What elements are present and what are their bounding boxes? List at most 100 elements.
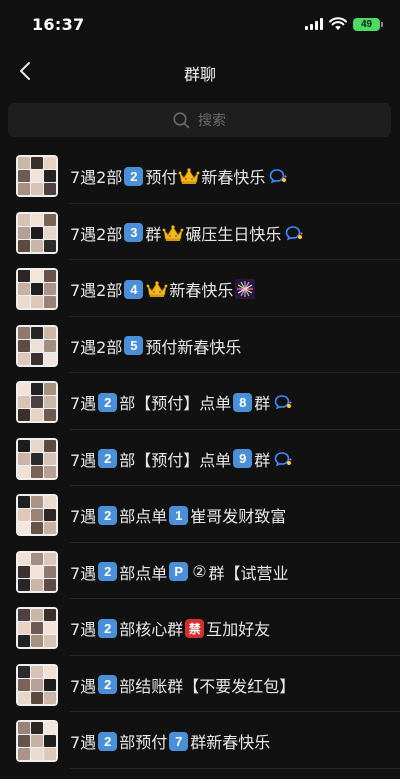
chat-name: 7遇 2 部预付 7 群新春快乐	[70, 729, 270, 753]
chat-name-text: 群【试营业	[208, 563, 289, 583]
keycap-badge: 3	[124, 223, 144, 242]
keycap-badge: 9	[233, 449, 253, 468]
chat-name: 7遇 2 部点单 P ② 群【试营业	[70, 560, 289, 584]
keycap-badge: 1	[169, 505, 189, 525]
chat-list-item[interactable]: 7遇 2 部点单 1 崔哥发财致富	[0, 486, 400, 543]
group-avatar	[16, 324, 58, 367]
crown-icon	[162, 224, 184, 241]
chat-name: 7遇 2 部【预付】点单 9群	[70, 447, 292, 471]
chat-bubble-icon	[286, 225, 303, 240]
chat-name-text: 互加好友	[206, 620, 271, 639]
group-avatar	[16, 268, 58, 310]
chat-list-item[interactable]: 7遇2部 5 预付新春快乐	[0, 317, 400, 373]
group-avatar	[16, 550, 58, 593]
chat-name: 7遇 2 部结账群【不要发红包】	[70, 673, 295, 697]
status-icons: 49	[305, 17, 383, 31]
chat-name-text: 部点单	[119, 563, 168, 583]
chat-list-item[interactable]: 7遇 2 部【预付】点单 8群	[0, 373, 400, 430]
keycap-badge: 2	[98, 505, 118, 525]
keycap-badge: 7	[169, 731, 189, 751]
chat-name: 7遇 2 部点单 1 崔哥发财致富	[70, 503, 286, 527]
chat-bubble-icon	[274, 451, 292, 466]
search-icon	[173, 111, 190, 128]
search-bar[interactable]: 搜索	[8, 103, 391, 137]
chat-name-text: 部核心群	[119, 620, 184, 639]
keycap-badge: 8	[233, 392, 253, 412]
chat-list-item[interactable]: 7遇 2 部核心群禁互加好友	[0, 599, 400, 656]
chat-list-item[interactable]: 7遇 2 部预付 7 群新春快乐	[0, 712, 400, 769]
chat-name: 7遇2部 5 预付新春快乐	[70, 334, 241, 358]
chat-name-text: 群	[254, 394, 271, 413]
signal-icon	[305, 18, 323, 30]
keycap-badge: 2	[98, 562, 118, 581]
keycap-badge: 2	[98, 675, 118, 694]
chat-name-text: 7遇	[70, 676, 97, 696]
chat-name: 7遇2部 3 群 碾压生日快乐	[70, 221, 303, 245]
chat-name-text: 7遇2部	[70, 337, 123, 357]
chat-bubble-icon	[274, 395, 292, 410]
status-bar: 16:37 49	[0, 0, 400, 48]
search-placeholder: 搜索	[198, 113, 226, 129]
chat-name-text: ②	[192, 562, 207, 581]
group-avatar	[16, 155, 58, 197]
chat-name-text: 7遇	[70, 733, 97, 752]
group-avatar	[16, 494, 58, 536]
keycap-badge: 4	[124, 279, 144, 299]
chat-name-text: 崔哥发财致富	[190, 507, 287, 526]
chat-name-text: 群	[145, 224, 162, 244]
chat-name-text: 7遇2部	[70, 281, 123, 300]
battery-level: 49	[360, 18, 373, 30]
keycap-badge: 2	[124, 166, 144, 186]
chat-list-item[interactable]: 7遇 2 部结账群【不要发红包】	[0, 656, 400, 712]
chat-name-text: 部【预付】点单	[119, 394, 232, 413]
group-avatar	[16, 437, 58, 480]
group-avatar	[16, 607, 58, 649]
chat-name-text: 7遇	[70, 563, 97, 583]
chat-list-item[interactable]: 7遇2部 3 群 碾压生日快乐	[0, 204, 400, 260]
keycap-badge: P	[169, 562, 189, 581]
keycap-badge: 2	[98, 618, 118, 638]
chat-list-item[interactable]: 7遇2部 2 预付 新春快乐	[0, 147, 400, 204]
chat-name-text: 群新春快乐	[190, 733, 271, 752]
chat-name-text: 部结账群【不要发红包】	[119, 676, 296, 696]
group-avatar	[16, 211, 58, 254]
divider	[70, 767, 400, 769]
chat-name-text: 新春快乐	[201, 168, 266, 187]
prohibited-badge: 禁	[185, 618, 205, 638]
chat-name-text: 群	[254, 450, 271, 470]
crown-icon	[178, 168, 200, 184]
chat-name-text: 7遇	[70, 394, 97, 413]
fireworks-icon	[235, 279, 256, 299]
chat-name-text: 新春快乐	[169, 281, 234, 300]
chat-name: 7遇 2 部【预付】点单 8群	[70, 390, 292, 414]
chat-name-text: 7遇2部	[70, 168, 123, 187]
keycap-badge: 2	[98, 731, 118, 751]
chat-name-text: 预付	[145, 168, 178, 187]
chat-name-text: 7遇	[70, 450, 97, 470]
group-avatar	[16, 720, 58, 762]
status-time: 16:37	[32, 15, 85, 34]
keycap-badge: 5	[124, 336, 144, 355]
chat-name-text: 部预付	[119, 733, 168, 752]
chat-bubble-icon	[270, 169, 287, 184]
chat-name: 7遇2部 2 预付 新春快乐	[70, 164, 287, 188]
chat-name-text: 部点单	[119, 507, 168, 526]
battery-icon: 49	[353, 17, 383, 31]
chat-list-item[interactable]: 7遇 2 部【预付】点单 9群	[0, 430, 400, 486]
nav-bar: 群聊	[0, 48, 400, 94]
keycap-badge: 2	[98, 449, 118, 468]
chat-name-text: 碾压生日快乐	[185, 224, 282, 244]
group-avatar	[16, 381, 58, 423]
page-title: 群聊	[183, 65, 216, 84]
chat-name-text: 预付新春快乐	[145, 337, 242, 357]
chat-name-text: 7遇2部	[70, 224, 123, 244]
chat-name: 7遇2部 4 新春快乐	[70, 277, 256, 301]
chat-name-text: 7遇	[70, 507, 97, 526]
chat-list-item[interactable]: 7遇 2 部点单 P ② 群【试营业	[0, 543, 400, 599]
chat-name-text: 7遇	[70, 620, 97, 639]
group-avatar	[16, 663, 58, 706]
chat-name: 7遇 2 部核心群禁互加好友	[70, 616, 270, 640]
crown-icon	[146, 281, 168, 297]
chat-list-item[interactable]: 7遇2部 4 新春快乐	[0, 260, 400, 317]
keycap-badge: 2	[98, 392, 118, 412]
